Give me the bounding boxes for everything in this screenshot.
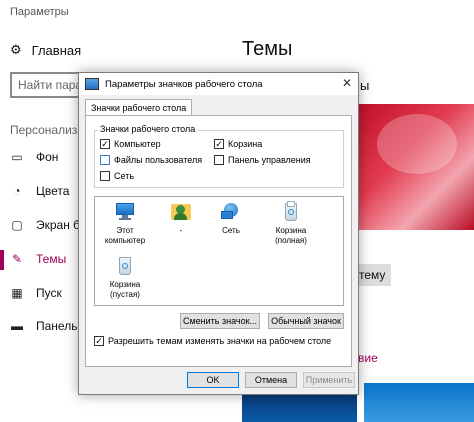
checkbox-label: Файлы пользователя (114, 155, 203, 165)
checkbox-computer[interactable]: ✓ Компьютер (100, 139, 161, 149)
group-label: Значки рабочего стола (98, 124, 198, 134)
checkbox-label: Разрешить темам изменять значки на рабоч… (108, 336, 332, 346)
dialog-title: Параметры значков рабочего стола (105, 78, 263, 90)
start-icon: ▦ (11, 286, 23, 300)
lock-screen-icon: ▢ (11, 218, 23, 232)
checkbox-label: Компьютер (114, 139, 161, 149)
nav-item-lock-screen[interactable]: ▢ Экран бл (10, 218, 86, 232)
gear-icon: ⚙ (10, 42, 22, 57)
desktop-icon-settings-dialog: Параметры значков рабочего стола ✕ Значк… (78, 72, 359, 395)
checkbox-box[interactable] (214, 155, 224, 165)
checkbox-allow-themes[interactable]: ✓ Разрешить темам изменять значки на раб… (94, 336, 331, 346)
recycle-bin-empty-icon (114, 255, 136, 277)
checkbox-label: Сеть (114, 171, 135, 181)
dialog-titlebar[interactable]: Параметры значков рабочего стола ✕ (79, 73, 358, 95)
nav-item-themes[interactable]: ✎ Темы (10, 252, 66, 266)
icon-label: Этот (116, 226, 134, 235)
picture-icon: ▭ (11, 150, 23, 164)
icon-label: - (179, 226, 183, 235)
checkbox-label: Корзина (228, 139, 263, 149)
default-icon-button[interactable]: Обычный значок (268, 313, 344, 329)
icon-item-recycle-bin-full[interactable]: Корзина (полная) (265, 201, 317, 246)
icon-label: Корзина (275, 226, 307, 235)
theme-thumbnail[interactable] (364, 383, 474, 422)
apply-button[interactable]: Применить (303, 372, 355, 388)
icon-label: компьютер (104, 236, 146, 245)
nav-item-label: Пуск (36, 286, 62, 300)
checkbox-box[interactable]: ✓ (94, 336, 104, 346)
tab-desktop-icons[interactable]: Значки рабочего стола (85, 99, 193, 116)
nav-item-background[interactable]: ▭ Фон (10, 150, 58, 164)
checkbox-label: Панель управления (228, 155, 311, 165)
nav-item-colors[interactable]: ◔ Цвета (10, 184, 69, 198)
active-indicator (0, 250, 4, 270)
settings-window-title: Параметры (10, 6, 69, 18)
user-folder-icon (170, 201, 192, 223)
computer-icon (114, 201, 136, 223)
network-icon (220, 201, 242, 223)
icon-item-computer[interactable]: Этот компьютер (99, 201, 151, 246)
checkbox-box[interactable]: ✓ (100, 139, 110, 149)
theme-link-fragment[interactable]: вие (358, 351, 378, 365)
icon-item-network[interactable]: Сеть (205, 201, 257, 236)
change-icon-button[interactable]: Сменить значок... (180, 313, 260, 329)
icon-item-recycle-bin-empty[interactable]: Корзина (пустая) (99, 255, 151, 300)
page-title: Темы (242, 38, 293, 60)
ok-button[interactable]: OK (187, 372, 239, 388)
nav-item-taskbar[interactable]: ▬ Панель з (10, 319, 86, 333)
checkbox-box[interactable] (100, 155, 110, 165)
icon-label: (полная) (275, 236, 307, 245)
theme-heading-fragment: ы (360, 78, 370, 93)
checkbox-network[interactable]: Сеть (100, 171, 134, 181)
nav-item-start[interactable]: ▦ Пуск (10, 286, 62, 300)
nav-item-label: Фон (36, 150, 59, 164)
theme-preview-image (357, 104, 474, 230)
search-input[interactable]: Найти парам (10, 72, 84, 98)
tab-panel: Значки рабочего стола ✓ Компьютер ✓ Корз… (85, 115, 352, 367)
brush-icon: ✎ (11, 252, 23, 266)
nav-home[interactable]: ⚙ Главная (10, 42, 81, 58)
nav-item-label: Цвета (36, 184, 70, 198)
checkbox-box[interactable]: ✓ (214, 139, 224, 149)
palette-icon: ◔ (13, 184, 21, 198)
section-label: Персонализа (10, 123, 84, 137)
recycle-bin-full-icon (280, 201, 302, 223)
cancel-button[interactable]: Отмена (245, 372, 297, 388)
taskbar-icon: ▬ (11, 319, 23, 333)
nav-home-label: Главная (31, 42, 82, 58)
checkbox-user-files[interactable]: Файлы пользователя (100, 155, 202, 165)
checkbox-box[interactable] (100, 171, 110, 181)
desktop-icon-settings-icon (85, 78, 99, 90)
icon-item-user-files[interactable]: - (155, 201, 207, 236)
checkbox-recycle-bin[interactable]: ✓ Корзина (214, 139, 262, 149)
icon-label: Сеть (222, 226, 240, 235)
checkbox-control-panel[interactable]: Панель управления (214, 155, 311, 165)
icons-list[interactable]: Этот компьютер - Сеть Корзина (полная) К… (94, 196, 344, 306)
nav-item-label: Темы (36, 252, 67, 266)
icon-label: (пустая) (110, 290, 140, 299)
close-icon[interactable]: ✕ (340, 76, 354, 90)
save-theme-button[interactable]: тему (357, 264, 391, 286)
icon-label: Корзина (109, 280, 141, 289)
